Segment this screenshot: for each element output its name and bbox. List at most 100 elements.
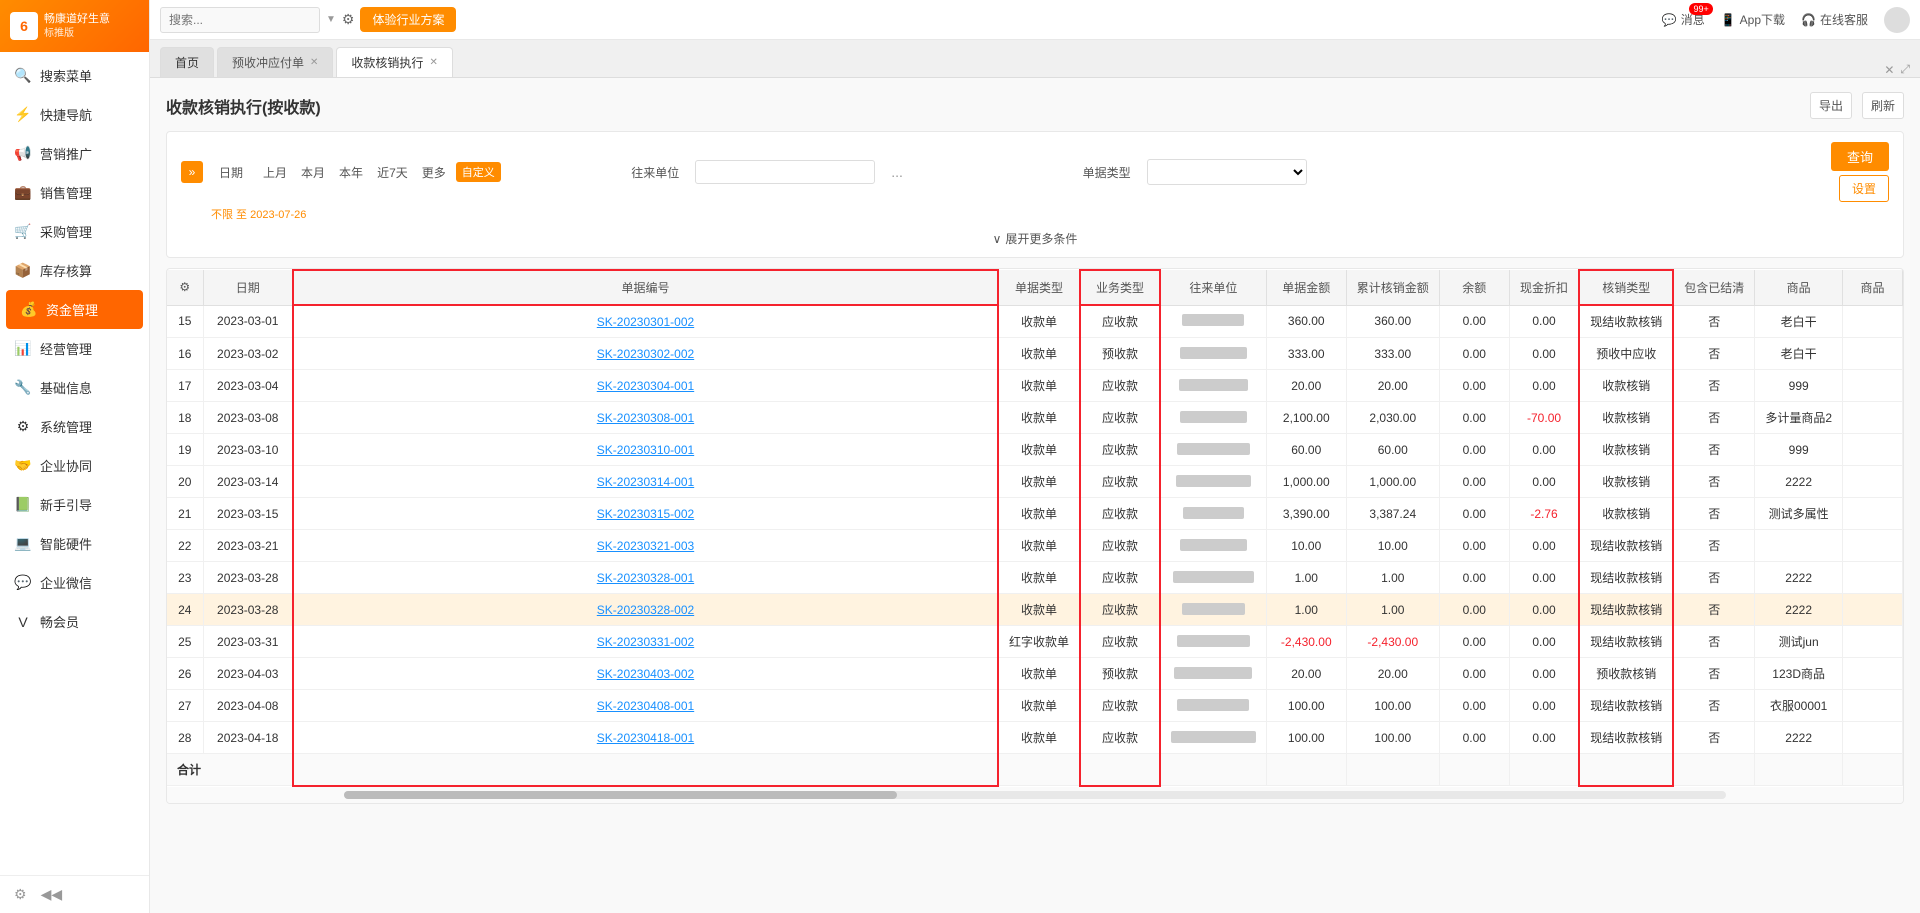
filter-toggle-btn[interactable]: »: [181, 161, 203, 183]
doc-link[interactable]: SK-20230408-001: [597, 699, 694, 713]
mobile-icon: 📱: [1721, 13, 1736, 27]
sidebar-item-7[interactable]: 📊经营管理: [0, 329, 149, 368]
online-service-item[interactable]: 🎧 在线客服: [1801, 11, 1868, 28]
sidebar-icon-1: ⚡: [14, 106, 32, 123]
tab-prepay[interactable]: 预收冲应付单 ✕: [217, 47, 333, 77]
doc-link[interactable]: SK-20230403-002: [597, 667, 694, 681]
table-row: 23 2023-03-28 SK-20230328-001 收款单 应收款 1.…: [167, 562, 1903, 594]
sidebar-item-10[interactable]: 🤝企业协同: [0, 446, 149, 485]
doc-link[interactable]: SK-20230314-001: [597, 475, 694, 489]
col-header-settings[interactable]: ⚙: [167, 270, 203, 305]
cell-discount: 0.00: [1509, 338, 1579, 370]
sidebar-item-4[interactable]: 🛒采购管理: [0, 212, 149, 251]
this-year-btn[interactable]: 本年: [335, 162, 367, 183]
cell-goods2: [1843, 594, 1903, 626]
cell-goods2: [1843, 305, 1903, 338]
doc-link[interactable]: SK-20230331-002: [597, 635, 694, 649]
doc-link[interactable]: SK-20230308-001: [597, 411, 694, 425]
partner-filter-label: 往来单位: [631, 164, 679, 181]
sidebar-item-2[interactable]: 📢营销推广: [0, 134, 149, 173]
sidebar-item-1[interactable]: ⚡快捷导航: [0, 95, 149, 134]
settings-icon[interactable]: ⚙: [14, 886, 27, 903]
scrollbar-thumb[interactable]: [344, 791, 897, 799]
sidebar-item-0[interactable]: 🔍搜索菜单: [0, 56, 149, 95]
expand-icon: ∨: [993, 232, 1002, 246]
more-btn[interactable]: 更多: [418, 162, 450, 183]
sidebar-item-8[interactable]: 🔧基础信息: [0, 368, 149, 407]
col-header-balance: 余额: [1439, 270, 1509, 305]
messages-item[interactable]: 💬 消息 99+: [1662, 11, 1705, 28]
cell-goods: 老白干: [1755, 338, 1843, 370]
cell-discount: 0.00: [1509, 466, 1579, 498]
cell-date: 2023-03-08: [203, 402, 293, 434]
last-month-btn[interactable]: 上月: [259, 162, 291, 183]
cell-goods2: [1843, 402, 1903, 434]
cell-verify-type: 现结收款核销: [1579, 722, 1673, 754]
sidebar-item-12[interactable]: 💻智能硬件: [0, 524, 149, 563]
tab-verify[interactable]: 收款核销执行 ✕: [336, 47, 452, 77]
close-tab-verify[interactable]: ✕: [429, 57, 437, 68]
cell-date: 2023-03-14: [203, 466, 293, 498]
cell-goods2: [1843, 658, 1903, 690]
cell-partner: [1160, 498, 1266, 530]
solution-btn[interactable]: 体验行业方案: [360, 7, 456, 32]
cell-no: 23: [167, 562, 203, 594]
filter-setting-btn[interactable]: 设置: [1839, 175, 1889, 202]
this-month-btn[interactable]: 本月: [297, 162, 329, 183]
cell-include-clear: 否: [1673, 498, 1755, 530]
topbar-search-input[interactable]: [160, 7, 320, 33]
cell-bill-type: 收款单: [998, 562, 1080, 594]
doc-link[interactable]: SK-20230301-002: [597, 315, 694, 329]
last7-btn[interactable]: 近7天: [373, 162, 412, 183]
partner-filter-input[interactable]: [695, 160, 875, 184]
sidebar-item-9[interactable]: ⚙系统管理: [0, 407, 149, 446]
col-header-cum-verify: 累计核销金额: [1346, 270, 1439, 305]
close-tab-prepay[interactable]: ✕: [310, 57, 318, 68]
tab-home[interactable]: 首页: [160, 47, 214, 77]
doc-link[interactable]: SK-20230302-002: [597, 347, 694, 361]
cell-cum-verify: 1.00: [1346, 594, 1439, 626]
sidebar-item-14[interactable]: V畅会员: [0, 602, 149, 641]
headset-icon: 🎧: [1801, 13, 1816, 27]
page-title-bar: 收款核销执行(按收款) 导出 刷新: [166, 92, 1904, 119]
doc-link[interactable]: SK-20230310-001: [597, 443, 694, 457]
scrollbar-track[interactable]: [344, 791, 1726, 799]
sidebar-item-5[interactable]: 📦库存核算: [0, 251, 149, 290]
partner-ellipsis-icon[interactable]: ...: [891, 164, 903, 180]
sidebar-item-6[interactable]: 💰资金管理: [6, 290, 143, 329]
refresh-btn[interactable]: 刷新: [1862, 92, 1904, 119]
bill-type-select[interactable]: [1147, 159, 1307, 185]
sidebar-item-3[interactable]: 💼销售管理: [0, 173, 149, 212]
custom-date-btn[interactable]: 自定义: [456, 162, 501, 182]
collapse-icon[interactable]: ◀◀: [41, 886, 63, 903]
doc-link[interactable]: SK-20230328-001: [597, 571, 694, 585]
query-btn[interactable]: 查询: [1831, 142, 1889, 171]
filter-expand-btn[interactable]: ∨ 展开更多条件: [181, 230, 1889, 247]
sidebar-icon-14: V: [14, 614, 32, 630]
doc-link[interactable]: SK-20230315-002: [597, 507, 694, 521]
close-all-icon[interactable]: ✕: [1884, 63, 1894, 77]
user-avatar[interactable]: [1884, 7, 1910, 33]
cell-balance: 0.00: [1439, 402, 1509, 434]
sidebar-item-13[interactable]: 💬企业微信: [0, 563, 149, 602]
cell-biz-type: 应收款: [1080, 466, 1160, 498]
app-download-item[interactable]: 📱 App下载: [1721, 11, 1785, 28]
sidebar-label-8: 基础信息: [40, 378, 92, 397]
export-btn[interactable]: 导出: [1810, 92, 1852, 119]
cell-amount: 1,000.00: [1266, 466, 1346, 498]
cell-verify-type: 现结收款核销: [1579, 305, 1673, 338]
cell-bill-type: 收款单: [998, 305, 1080, 338]
cell-cum-verify: 360.00: [1346, 305, 1439, 338]
doc-link[interactable]: SK-20230328-002: [597, 603, 694, 617]
sidebar-item-11[interactable]: 📗新手引导: [0, 485, 149, 524]
settings-gear-icon[interactable]: ⚙: [342, 11, 355, 28]
cell-no: 22: [167, 530, 203, 562]
maximize-icon[interactable]: ⤢: [1900, 62, 1910, 77]
cell-balance: 0.00: [1439, 722, 1509, 754]
doc-link[interactable]: SK-20230304-001: [597, 379, 694, 393]
doc-link[interactable]: SK-20230418-001: [597, 731, 694, 745]
bill-type-filter-label: 单据类型: [1083, 164, 1131, 181]
data-table: ⚙ 日期 单据编号 单据类型 业务类型 往来单位 单据金额 累计核销金额 余额 …: [167, 269, 1903, 787]
doc-link[interactable]: SK-20230321-003: [597, 539, 694, 553]
cell-amount: 100.00: [1266, 690, 1346, 722]
